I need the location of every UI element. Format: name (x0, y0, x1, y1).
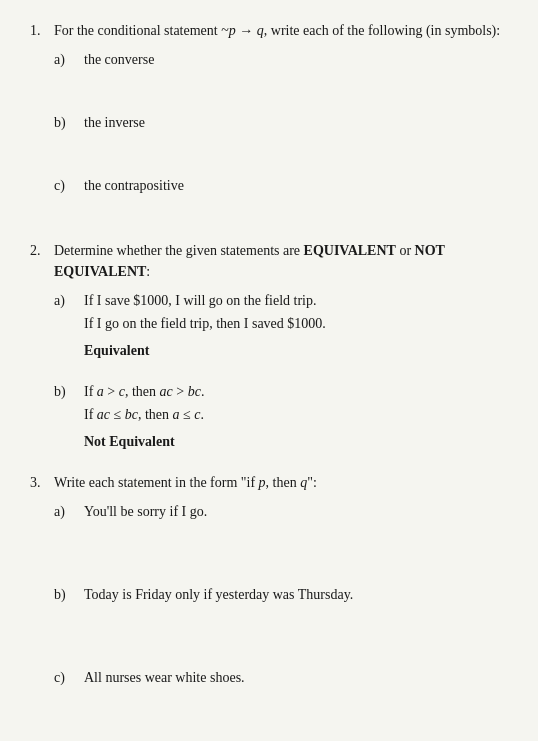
q2b-content: If a > c, then ac > bc. If ac ≤ bc, then… (84, 381, 508, 427)
q1a-answer-area (84, 76, 508, 96)
q1b-label: b) (54, 112, 84, 133)
q3-sub-b: b) Today is Friday only if yesterday was… (54, 584, 508, 651)
q2b-line2: If ac ≤ bc, then a ≤ c. (84, 404, 508, 425)
q1-number: 1. (30, 20, 54, 41)
q1a-label: a) (54, 49, 84, 70)
question-1: 1. For the conditional statement ~p → q,… (30, 20, 508, 222)
q3-number: 3. (30, 472, 54, 493)
q1-sub-c: c) the contrapositive (54, 175, 508, 222)
q2-sub-b: b) If a > c, then ac > bc. If ac ≤ bc, t… (54, 381, 508, 452)
q1a-text: the converse (84, 49, 508, 70)
q1c-text: the contrapositive (84, 175, 508, 196)
q3c-label: c) (54, 667, 84, 688)
q2b-answer: Not Equivalent (84, 431, 508, 452)
q3-sub-a: a) You'll be sorry if I go. (54, 501, 508, 568)
q1c-answer-area (84, 202, 508, 222)
q3b-text: Today is Friday only if yesterday was Th… (84, 584, 508, 605)
q3-text: Write each statement in the form "if p, … (54, 472, 508, 493)
question-3: 3. Write each statement in the form "if … (30, 472, 508, 741)
q2-sub-a: a) If I save $1000, I will go on the fie… (54, 290, 508, 361)
q3c-text: All nurses wear white shoes. (84, 667, 508, 688)
q3a-text: You'll be sorry if I go. (84, 501, 508, 522)
q2a-line1: If I save $1000, I will go on the field … (84, 290, 508, 311)
q1c-label: c) (54, 175, 84, 196)
q2a-line2: If I go on the field trip, then I saved … (84, 313, 508, 334)
q2b-label: b) (54, 381, 84, 402)
q1-sub-b: b) the inverse (54, 112, 508, 159)
q2b-line1: If a > c, then ac > bc. (84, 381, 508, 402)
q3b-label: b) (54, 584, 84, 605)
q2a-label: a) (54, 290, 84, 311)
q3b-answer-area (84, 611, 508, 631)
q3-sub-c: c) All nurses wear white shoes. (54, 667, 508, 734)
q1b-answer-area (84, 139, 508, 159)
q2-text: Determine whether the given statements a… (54, 240, 508, 282)
q1-sub-a: a) the converse (54, 49, 508, 96)
q1-text: For the conditional statement ~p → q, wr… (54, 20, 508, 41)
q3c-answer-area (84, 694, 508, 714)
q2-number: 2. (30, 240, 54, 261)
question-2: 2. Determine whether the given statement… (30, 240, 508, 452)
q2a-content: If I save $1000, I will go on the field … (84, 290, 508, 336)
q1b-text: the inverse (84, 112, 508, 133)
q2a-answer: Equivalent (84, 340, 508, 361)
q3a-label: a) (54, 501, 84, 522)
q3a-answer-area (84, 528, 508, 548)
